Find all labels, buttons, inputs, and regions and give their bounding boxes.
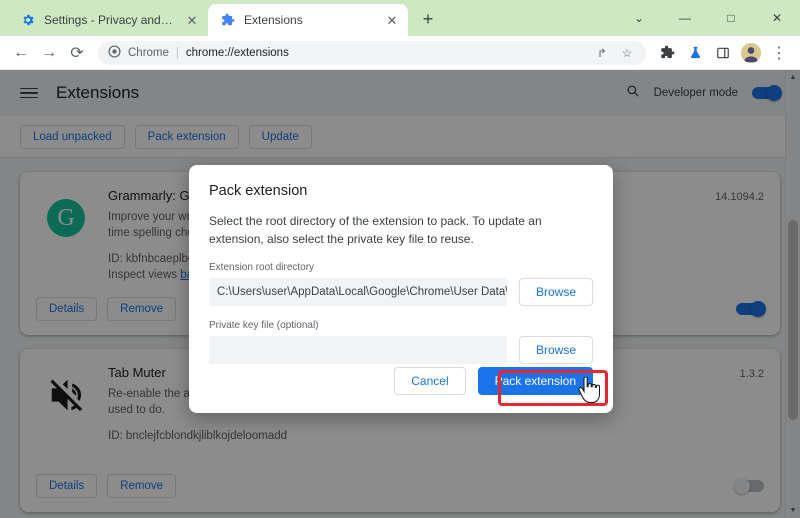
- dialog-actions: Cancel Pack extension: [394, 367, 593, 395]
- bookmark-star-icon[interactable]: ☆: [618, 44, 636, 62]
- profile-avatar-image: [741, 42, 761, 63]
- gear-icon: [20, 12, 36, 28]
- puzzle-icon: [220, 12, 236, 28]
- url-text[interactable]: chrome://extensions: [186, 47, 586, 59]
- dialog-description: Select the root directory of the extensi…: [209, 214, 542, 246]
- cancel-button[interactable]: Cancel: [394, 367, 466, 395]
- private-key-browse-button[interactable]: Browse: [518, 336, 593, 364]
- root-directory-input[interactable]: C:\Users\user\AppData\Local\Google\Chrom…: [209, 278, 507, 306]
- new-tab-button[interactable]: +: [414, 5, 442, 33]
- maximize-button[interactable]: □: [708, 0, 754, 36]
- dialog-title: Pack extension: [209, 183, 308, 199]
- close-icon[interactable]: ✕: [384, 12, 400, 28]
- extensions-puzzle-icon[interactable]: [654, 40, 680, 66]
- back-icon[interactable]: ←: [8, 40, 34, 66]
- tab-title: Settings - Privacy and security: [44, 13, 176, 27]
- tab-extensions[interactable]: Extensions ✕: [208, 4, 408, 36]
- private-key-label: Private key file (optional): [209, 320, 319, 331]
- confirm-pack-extension-button[interactable]: Pack extension: [477, 367, 593, 395]
- reload-icon[interactable]: ⟳: [64, 40, 90, 66]
- address-bar[interactable]: Chrome | chrome://extensions ↱ ☆: [98, 40, 646, 65]
- tab-search-icon[interactable]: ⌄: [616, 0, 662, 36]
- private-key-field-group: Private key file (optional) Browse: [209, 320, 593, 364]
- close-window-button[interactable]: ✕: [754, 0, 800, 36]
- root-directory-label: Extension root directory: [209, 262, 315, 273]
- share-icon[interactable]: ↱: [593, 44, 611, 62]
- site-label: Chrome: [128, 46, 169, 59]
- tab-strip: Settings - Privacy and security ✕ Extens…: [0, 0, 800, 36]
- browser-toolbar: ← → ⟳ Chrome | chrome://extensions ↱ ☆ ⋮: [0, 36, 800, 70]
- pack-extension-dialog: Pack extension Select the root directory…: [189, 165, 613, 413]
- root-directory-field-group: Extension root directory C:\Users\user\A…: [209, 262, 593, 306]
- browser-menu-icon[interactable]: ⋮: [766, 40, 792, 66]
- omnibox-divider: |: [175, 46, 179, 59]
- chrome-logo-icon: [108, 44, 121, 61]
- forward-icon[interactable]: →: [36, 40, 62, 66]
- tab-title: Extensions: [244, 13, 303, 27]
- private-key-input[interactable]: [209, 336, 507, 364]
- browser-window: Settings - Privacy and security ✕ Extens…: [0, 0, 800, 518]
- tab-settings[interactable]: Settings - Privacy and security ✕: [8, 4, 208, 36]
- lab-flask-icon[interactable]: [682, 40, 708, 66]
- root-directory-row: C:\Users\user\AppData\Local\Google\Chrom…: [209, 278, 593, 306]
- pointer-hand-cursor-icon: [578, 376, 601, 404]
- root-directory-browse-button[interactable]: Browse: [518, 278, 593, 306]
- private-key-row: Browse: [209, 336, 593, 364]
- close-icon[interactable]: ✕: [184, 12, 200, 28]
- avatar[interactable]: [738, 40, 764, 66]
- window-controls: ⌄ — □ ✕: [616, 0, 800, 36]
- side-panel-icon[interactable]: [710, 40, 736, 66]
- minimize-button[interactable]: —: [662, 0, 708, 36]
